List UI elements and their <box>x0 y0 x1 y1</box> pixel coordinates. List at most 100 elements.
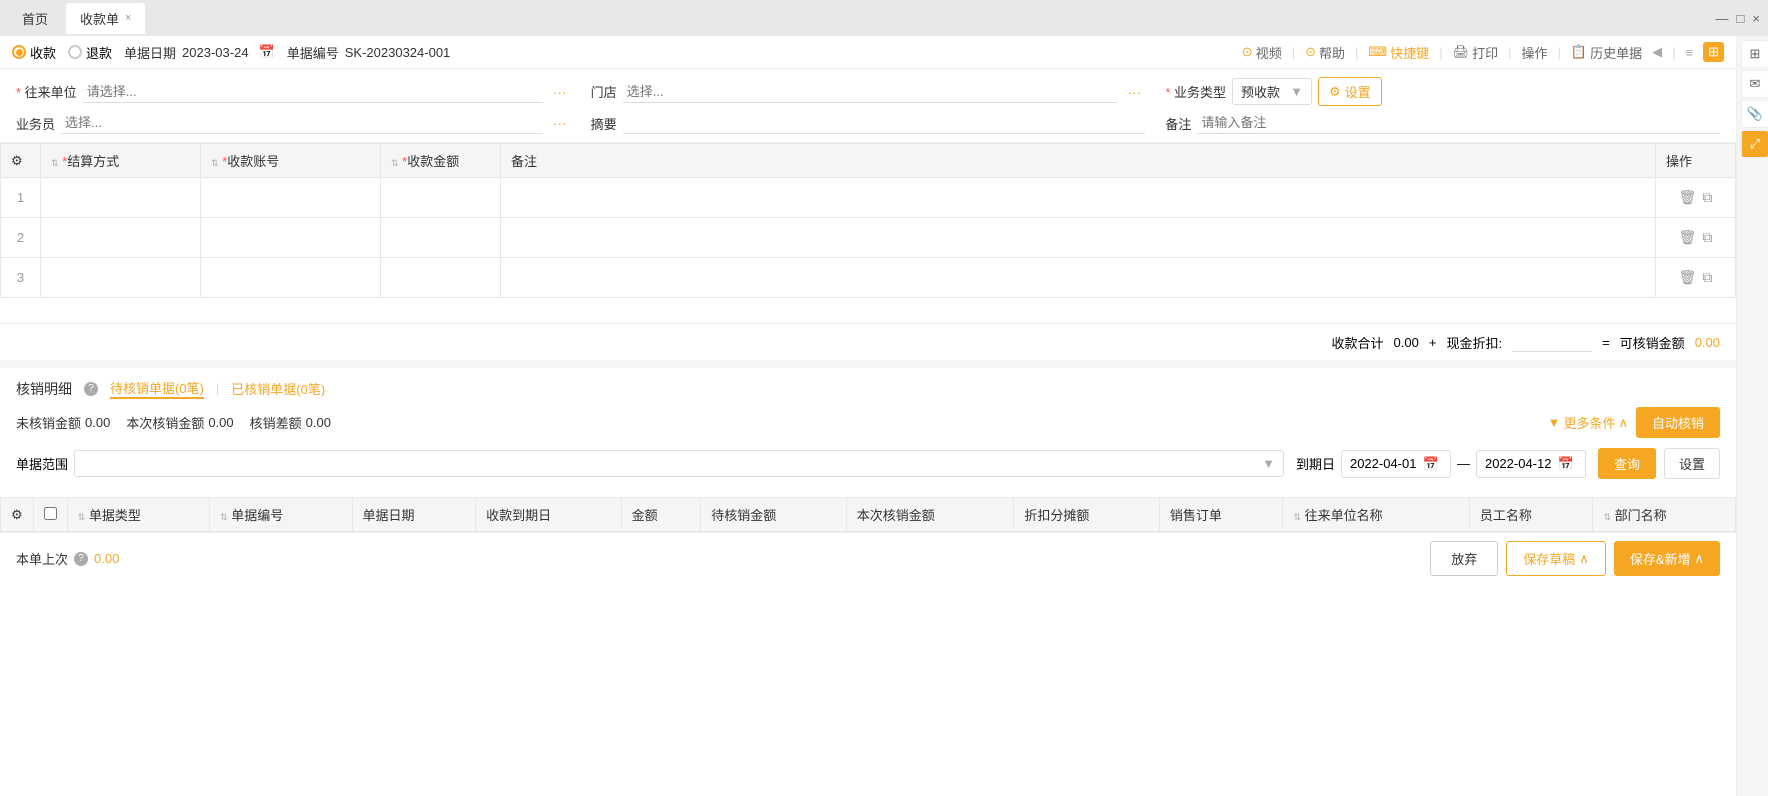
refund-radio-label: 退款 <box>86 43 112 62</box>
th-amount: ⇅ *收款金额 <box>381 144 501 178</box>
footer-info-icon[interactable]: ? <box>74 552 88 566</box>
video-btn[interactable]: ⊙ 视频 <box>1242 43 1282 62</box>
tab-home[interactable]: 首页 <box>8 3 62 34</box>
cell-account-1[interactable] <box>201 178 381 218</box>
cell-amount-1[interactable] <box>381 178 501 218</box>
window-close-btn[interactable]: × <box>1752 11 1760 26</box>
query-btn[interactable]: 查询 <box>1598 448 1656 479</box>
refund-radio-dot <box>68 45 82 59</box>
form-row-1: 往来单位 ··· 门店 ··· 业务类型 预收款 ▼ <box>16 77 1720 106</box>
range-select[interactable]: ▼ <box>74 450 1284 477</box>
verify-settings-btn[interactable]: 设置 <box>1664 448 1720 479</box>
plus-sign: + <box>1429 335 1437 350</box>
help-icon: ⊙ <box>1305 44 1316 60</box>
date-start-input[interactable]: 2022-04-01 📅 <box>1341 450 1451 478</box>
store-input[interactable] <box>623 81 1118 103</box>
cell-account-2[interactable] <box>201 218 381 258</box>
delete-icon-2[interactable]: 🗑 <box>1679 229 1697 246</box>
th-checkbox[interactable] <box>33 498 67 532</box>
remark-input[interactable] <box>1197 112 1720 134</box>
sidebar-expand-icon[interactable]: ⤢ <box>1741 130 1768 158</box>
copy-icon-2[interactable]: ⧉ <box>1702 229 1712 246</box>
row-num-3: 3 <box>1 258 41 298</box>
tab-close-icon[interactable]: × <box>125 12 131 24</box>
tab-receipt[interactable]: 收款单 × <box>66 3 145 34</box>
calendar-end-icon: 📅 <box>1557 456 1573 472</box>
cell-settlement-1[interactable] <box>41 178 201 218</box>
customer-input[interactable] <box>83 81 543 103</box>
cell-remark-3[interactable] <box>501 258 1656 298</box>
select-all-checkbox[interactable] <box>44 507 57 520</box>
cell-amount-2[interactable] <box>381 218 501 258</box>
copy-icon-3[interactable]: ⧉ <box>1702 269 1712 286</box>
diff-label: 核销差额 <box>250 413 302 432</box>
th-settings[interactable]: ⚙ <box>1 144 41 178</box>
draft-btn[interactable]: 保存草稿 ∧ <box>1506 541 1606 576</box>
delete-icon-3[interactable]: 🗑 <box>1679 269 1697 286</box>
more-conditions-btn[interactable]: ▼ 更多条件 ∧ <box>1548 413 1628 432</box>
th-current-amount: 本次核销金额 <box>846 498 1014 532</box>
receipt-radio[interactable]: 收款 <box>12 43 56 62</box>
cell-settlement-2[interactable] <box>41 218 201 258</box>
refund-radio[interactable]: 退款 <box>68 43 112 62</box>
store-more-icon[interactable]: ··· <box>1123 84 1145 100</box>
cell-remark-1[interactable] <box>501 178 1656 218</box>
filter-row: 单据范围 ▼ 到期日 2022-04-01 📅 — 2022-04-12 <box>16 448 1720 487</box>
staff-input[interactable] <box>61 112 543 134</box>
summary-input[interactable] <box>623 112 1146 134</box>
grid-icon[interactable]: ⊞ <box>1703 42 1724 62</box>
receipt-radio-label: 收款 <box>30 43 56 62</box>
window-min-btn[interactable]: — <box>1716 11 1729 26</box>
doc-no-label: 单据编号 <box>287 43 339 62</box>
discount-input[interactable] <box>1512 332 1592 352</box>
th-gear[interactable]: ⚙ <box>1 498 34 532</box>
settings-button[interactable]: ⚙ 设置 <box>1318 77 1382 106</box>
business-type-select[interactable]: 预收款 ▼ <box>1232 78 1312 105</box>
auto-verify-btn[interactable]: 自动核销 <box>1636 407 1720 438</box>
th-action: 操作 <box>1656 144 1736 178</box>
cell-remark-2[interactable] <box>501 218 1656 258</box>
staff-more-icon[interactable]: ··· <box>549 115 571 131</box>
sidebar-mail-icon[interactable]: ✉ <box>1741 70 1768 98</box>
shortcut-btn[interactable]: ⌨ 快捷键 <box>1368 43 1429 62</box>
summary-group: 摘要 <box>591 112 1146 134</box>
cell-settlement-3[interactable] <box>41 258 201 298</box>
th-pending-amount: 待核销金额 <box>701 498 847 532</box>
remark-label: 备注 <box>1165 114 1191 133</box>
cell-account-3[interactable] <box>201 258 381 298</box>
expand-icon: ⤢ <box>1750 136 1760 152</box>
sidebar-clip-icon[interactable]: 📎 <box>1741 100 1768 128</box>
date-range-field: 到期日 2022-04-01 📅 — 2022-04-12 📅 <box>1296 450 1586 478</box>
th-doc-date: 单据日期 <box>352 498 476 532</box>
date-end-input[interactable]: 2022-04-12 📅 <box>1476 450 1586 478</box>
help-btn[interactable]: ⊙ 帮助 <box>1305 43 1345 62</box>
list-icon[interactable]: ≡ <box>1686 45 1694 60</box>
range-label: 单据范围 <box>16 454 68 473</box>
done-tab[interactable]: 已核销单据(0笔) <box>231 379 325 398</box>
customer-more-icon[interactable]: ··· <box>549 84 571 100</box>
history-btn[interactable]: 📋 历史单据 <box>1571 43 1642 62</box>
window-controls: — □ × <box>1716 11 1760 26</box>
calendar-icon[interactable]: 📅 <box>259 44 275 60</box>
bottom-table-section: ⚙ ⇅ 单据类型 ⇅ 单据编号 单据日期 收款到期日 金额 待核销金额 本次核销… <box>0 497 1736 532</box>
unchecked-stat: 未核销金额 0.00 <box>16 413 110 432</box>
verify-actions: ▼ 更多条件 ∧ 自动核销 <box>1548 407 1720 438</box>
cell-amount-3[interactable] <box>381 258 501 298</box>
window-max-btn[interactable]: □ <box>1737 11 1745 26</box>
equals-sign: = <box>1602 335 1610 350</box>
sidebar-table-icon[interactable]: ⊞ <box>1741 40 1768 68</box>
filter-icon: ▼ <box>1548 415 1561 430</box>
delete-icon-1[interactable]: 🗑 <box>1679 189 1697 206</box>
print-btn[interactable]: 🖨 打印 <box>1453 43 1499 62</box>
th-dept-name: ⇅ 部门名称 <box>1593 498 1736 532</box>
table-row: 1 🗑 ⧉ <box>1 178 1736 218</box>
total-label: 收款合计 <box>1332 333 1384 352</box>
pending-tab[interactable]: 待核销单据(0笔) <box>110 378 204 399</box>
copy-icon-1[interactable]: ⧉ <box>1702 189 1712 206</box>
operation-btn[interactable]: 操作 <box>1522 43 1548 62</box>
save-btn[interactable]: 保存&新增 ∧ <box>1614 541 1720 576</box>
verify-info-icon[interactable]: ? <box>84 382 98 396</box>
abandon-btn[interactable]: 放弃 <box>1430 541 1498 576</box>
range-field: 单据范围 ▼ <box>16 450 1284 477</box>
prev-btn[interactable]: ◀ <box>1652 44 1662 60</box>
